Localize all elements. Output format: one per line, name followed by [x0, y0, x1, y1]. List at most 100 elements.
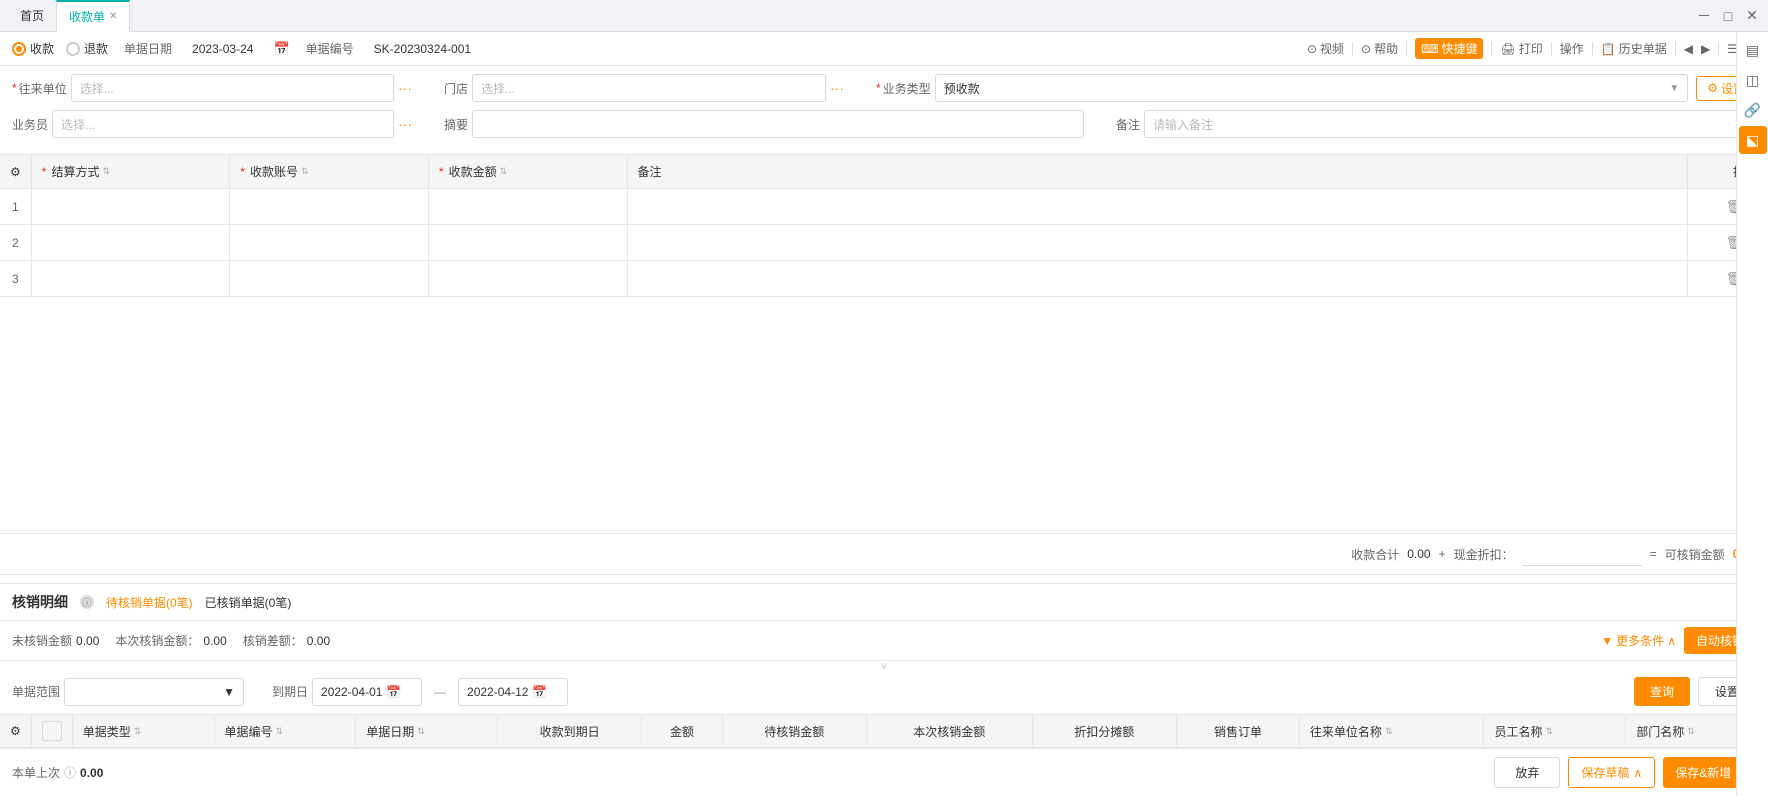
- lth-counterpart-name: 往来单位名称 ⇅: [1299, 715, 1484, 748]
- shortcut-btn[interactable]: ⌨ 快捷键: [1415, 38, 1483, 59]
- settlement-sort-icon[interactable]: ⇅: [102, 166, 110, 177]
- help-icon: ⊙: [1361, 42, 1371, 56]
- lower-gear-icon[interactable]: ⚙: [10, 724, 21, 738]
- row-2-amount[interactable]: [428, 225, 627, 261]
- save-draft-button[interactable]: 保存草稿 ∧: [1568, 757, 1655, 788]
- nav-right-btn[interactable]: ▶: [1701, 42, 1710, 56]
- row-1-settlement[interactable]: [31, 189, 230, 225]
- row-1-amount[interactable]: [428, 189, 627, 225]
- verify-info-icon[interactable]: ⓘ: [80, 595, 94, 609]
- date-calendar-icon[interactable]: 📅: [273, 41, 289, 57]
- tab-home[interactable]: 首页: [8, 0, 56, 32]
- business-type-field: * 业务类型 预收款 ▼ ⚙ 设置: [876, 74, 1756, 102]
- sidebar-icon-capture[interactable]: ⬕: [1739, 126, 1767, 154]
- subtotal-value: 0.00: [1407, 547, 1430, 561]
- staff-more-icon[interactable]: ···: [398, 116, 412, 132]
- bottom-info-label: 本单上次: [12, 764, 60, 781]
- tab-receipt[interactable]: 收款单 ✕: [56, 0, 130, 32]
- note-input[interactable]: 请输入备注: [1144, 110, 1756, 138]
- row-2-settlement[interactable]: [31, 225, 230, 261]
- staff-placeholder: 选择...: [61, 116, 95, 133]
- date-to-input[interactable]: 2022-04-12 📅: [458, 678, 568, 706]
- counterpart-sort-icon[interactable]: ⇅: [1385, 726, 1393, 737]
- lth-current-amount: 本次核销金额: [866, 715, 1032, 748]
- th-amount: * 收款金额 ⇅: [428, 155, 627, 189]
- sidebar-icon-bookmark[interactable]: ◫: [1739, 66, 1767, 94]
- equals-sign: =: [1650, 547, 1657, 561]
- history-btn[interactable]: 📋 历史单据: [1601, 40, 1667, 57]
- staff-input[interactable]: 选择...: [52, 110, 394, 138]
- staff-sort-icon[interactable]: ⇅: [1545, 726, 1553, 737]
- store-field: 门店 选择... ···: [444, 74, 844, 102]
- nav-left-btn[interactable]: ◀: [1684, 42, 1693, 56]
- table-footer: 收款合计 0.00 + 现金折扣： = 可核销金额 0.00: [0, 534, 1768, 575]
- minimize-button[interactable]: －: [1696, 8, 1712, 24]
- toolbar-right: ⊙ 视频 ⊙ 帮助 ⌨ 快捷键 🖨 打印 操作: [1307, 38, 1756, 59]
- pending-tab[interactable]: 待核销单据(0笔): [106, 594, 193, 611]
- operation-btn[interactable]: 操作: [1560, 40, 1584, 57]
- store-placeholder: 选择...: [481, 80, 515, 97]
- note-field: 备注 请输入备注: [1116, 110, 1756, 138]
- verify-section: 核销明细 ⓘ 待核销单据(0笔) 已核销单据(0笔) 未核销金额 0.00 本次…: [0, 583, 1768, 748]
- net-label: 可核销金额: [1665, 546, 1725, 563]
- date-from-input[interactable]: 2022-04-01 📅: [312, 678, 422, 706]
- row-1-account[interactable]: [230, 189, 429, 225]
- counterpart-input[interactable]: 选择...: [71, 74, 394, 102]
- video-btn[interactable]: ⊙ 视频: [1307, 40, 1344, 57]
- staff-field: 业务员 选择... ···: [12, 110, 412, 138]
- business-type-chevron-icon: ▼: [1669, 83, 1679, 94]
- row-3-amount[interactable]: [428, 261, 627, 297]
- close-button[interactable]: ✕: [1744, 8, 1760, 24]
- print-btn[interactable]: 🖨 打印: [1500, 40, 1542, 57]
- row-3-account[interactable]: [230, 261, 429, 297]
- row-1-note[interactable]: [627, 189, 1688, 225]
- dept-sort-icon[interactable]: ⇅: [1687, 726, 1695, 737]
- date-calendar-icon: 📅: [386, 685, 401, 699]
- gear-icon: ⚙: [1707, 81, 1718, 95]
- account-sort-icon[interactable]: ⇅: [301, 166, 309, 177]
- refund-radio-label: 退款: [84, 40, 108, 57]
- collapse-arrow[interactable]: ∨: [0, 661, 1768, 669]
- doc-type-sort-icon[interactable]: ⇅: [134, 726, 142, 737]
- table-settings-icon[interactable]: ⚙: [10, 165, 21, 179]
- business-type-input[interactable]: 预收款 ▼: [935, 74, 1689, 102]
- more-filter-btn[interactable]: ▼ 更多条件 ∧: [1601, 632, 1676, 649]
- row-3-settlement[interactable]: [31, 261, 230, 297]
- counterpart-more-icon[interactable]: ···: [398, 80, 412, 96]
- discard-button[interactable]: 放弃: [1494, 757, 1560, 788]
- select-all-checkbox[interactable]: [42, 721, 62, 741]
- divider-4: [1551, 42, 1552, 56]
- verify-header: 核销明细 ⓘ 待核销单据(0笔) 已核销单据(0笔): [0, 584, 1768, 621]
- discount-label: 现金折扣：: [1454, 546, 1514, 563]
- current-amount: 本次核销金额： 0.00: [115, 632, 226, 649]
- help-btn[interactable]: ⊙ 帮助: [1361, 40, 1398, 57]
- row-3-note[interactable]: [627, 261, 1688, 297]
- refund-radio[interactable]: 退款: [66, 40, 108, 57]
- lower-table: ⚙ 单据类型 ⇅ 单据编号: [0, 715, 1768, 748]
- summary-input[interactable]: [472, 110, 1084, 138]
- row-2-account[interactable]: [230, 225, 429, 261]
- receipt-radio[interactable]: 收款: [12, 40, 54, 57]
- row-2-note[interactable]: [627, 225, 1688, 261]
- store-more-icon[interactable]: ···: [830, 80, 844, 96]
- doc-date-sort-icon[interactable]: ⇅: [417, 726, 425, 737]
- history-icon: 📋: [1601, 42, 1616, 56]
- query-button[interactable]: 查询: [1634, 677, 1690, 706]
- range-select[interactable]: ▼: [64, 678, 244, 706]
- sidebar-icon-table[interactable]: ▤: [1739, 36, 1767, 64]
- date-value: 2023-03-24: [192, 42, 253, 56]
- table-row: 3 🗑 ⊕: [0, 261, 1768, 297]
- discount-input[interactable]: [1522, 542, 1642, 566]
- counterpart-field: * 往来单位 选择... ···: [12, 74, 412, 102]
- amount-sort-icon[interactable]: ⇅: [500, 166, 508, 177]
- sidebar-icon-link[interactable]: 🔗: [1739, 96, 1767, 124]
- lth-discount: 折扣分摊额: [1032, 715, 1176, 748]
- lower-table-header: ⚙ 单据类型 ⇅ 单据编号: [0, 715, 1768, 748]
- verify-stats: 未核销金额 0.00 本次核销金额： 0.00 核销差额： 0.00 ▼ 更多条…: [0, 621, 1768, 661]
- maximize-button[interactable]: □: [1720, 8, 1736, 24]
- operation-label: 操作: [1560, 40, 1584, 57]
- tab-close-icon[interactable]: ✕: [109, 11, 117, 22]
- doc-number-sort-icon[interactable]: ⇅: [276, 726, 284, 737]
- done-tab[interactable]: 已核销单据(0笔): [205, 594, 292, 611]
- store-input[interactable]: 选择...: [472, 74, 826, 102]
